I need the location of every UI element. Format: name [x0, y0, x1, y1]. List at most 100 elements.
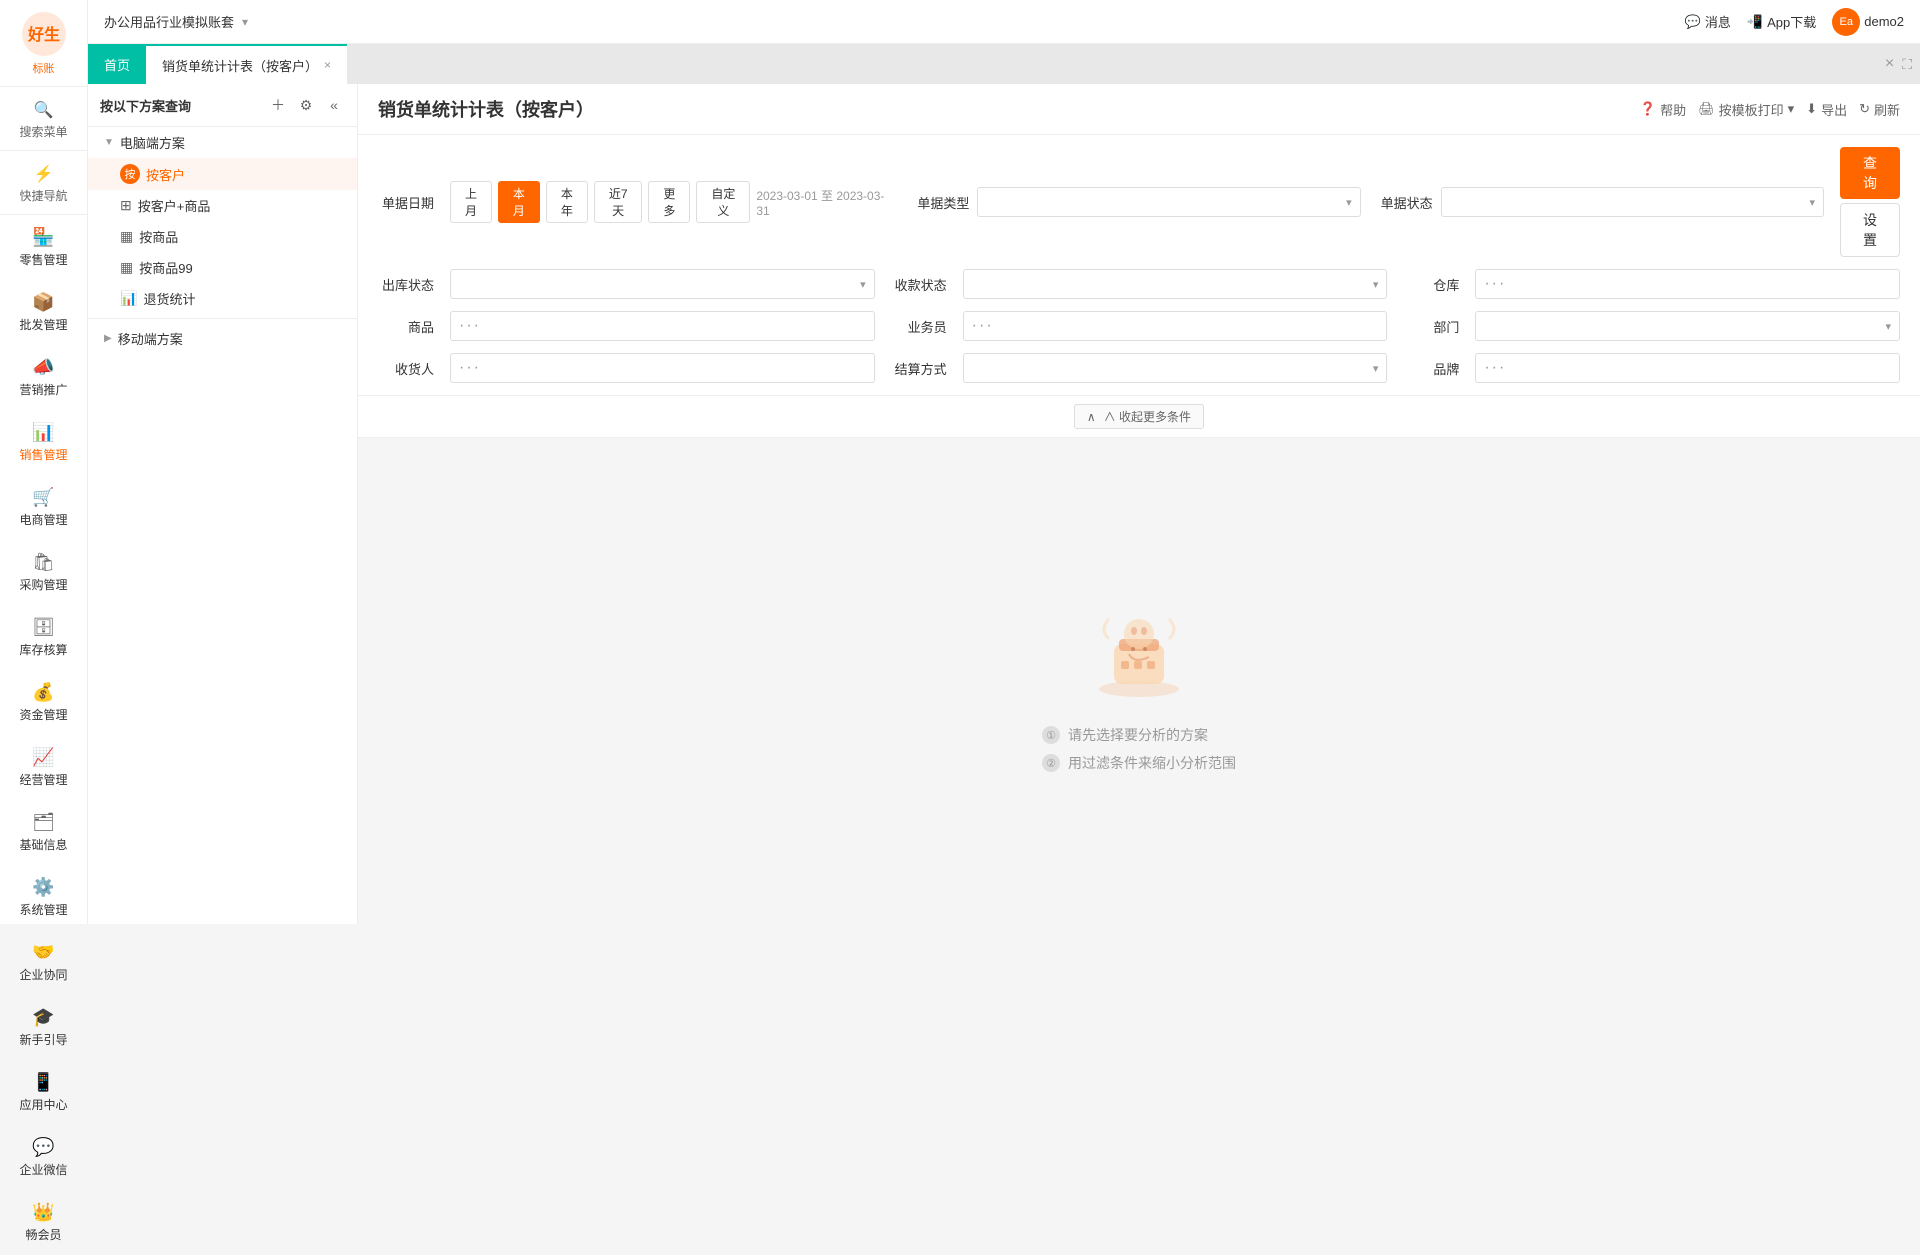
sidebar-item-sales[interactable]: 📊 销售管理 — [0, 410, 87, 475]
doc-status-arrow-icon: ▾ — [1809, 196, 1815, 209]
date-range-text: 2023-03-01 至 2023-03-31 — [756, 187, 897, 218]
home-label: 首页 — [104, 55, 130, 74]
recipient-select[interactable]: ··· — [450, 353, 875, 383]
collapse-btn[interactable]: ∧ ∧ 收起更多条件 — [1074, 404, 1204, 429]
sidebar-item-marketing[interactable]: 📣 营销推广 — [0, 345, 87, 410]
sidebar-item-newbie[interactable]: 🎓 新手引导 — [0, 995, 87, 1060]
tree-mobile-group[interactable]: ▶ 移动端方案 — [88, 323, 357, 354]
salesman-dots: ··· — [972, 317, 994, 335]
message-btn[interactable]: 💬 消息 — [1685, 12, 1731, 31]
tab-active[interactable]: 销货单统计计表（按客户） × — [146, 44, 347, 84]
date-btn-7days[interactable]: 近7天 — [594, 181, 643, 223]
sidebar-item-system[interactable]: ⚙️ 系统管理 — [0, 865, 87, 930]
empty-tip-2: ② 用过滤条件来缩小分析范围 — [1042, 753, 1236, 773]
settlement-select[interactable]: ▾ — [963, 353, 1388, 383]
goods-icon: ▦ — [120, 228, 133, 245]
quick-nav-btn[interactable]: ⚡ 快捷导航 — [0, 151, 87, 215]
user-btn[interactable]: Ea demo2 — [1832, 8, 1904, 36]
date-btn-this-month[interactable]: 本月 — [498, 181, 540, 223]
date-btn-custom[interactable]: 自定义 — [696, 181, 750, 223]
tree-desktop-label: 电脑端方案 — [120, 133, 185, 152]
sidebar-item-member[interactable]: 👑 畅会员 — [0, 1190, 87, 1255]
marketing-icon: 📣 — [32, 357, 54, 378]
department-select[interactable]: ▾ — [1475, 311, 1900, 341]
export-btn[interactable]: ⬇ 导出 — [1806, 100, 1847, 119]
customer-goods-icon: ⊞ — [120, 197, 132, 214]
sidebar-item-wholesale[interactable]: 📦 批发管理 — [0, 280, 87, 345]
help-btn[interactable]: ❓ 帮助 — [1640, 100, 1686, 119]
tree-goods99-label: 按商品99 — [139, 258, 192, 277]
recipient-dots: ··· — [459, 359, 481, 377]
app-download-label: App下载 — [1767, 12, 1816, 31]
refresh-icon: ↻ — [1859, 101, 1870, 117]
date-btn-more[interactable]: 更多 — [648, 181, 690, 223]
sales-label: 销售管理 — [19, 446, 67, 463]
goods-dots: ··· — [459, 317, 481, 335]
tree-desktop-group[interactable]: ▼ 电脑端方案 — [88, 127, 357, 158]
salesman-label: 业务员 — [891, 317, 947, 336]
sidebar-item-ecommerce[interactable]: 🛒 电商管理 — [0, 475, 87, 540]
warehouse-dots: ··· — [1484, 275, 1506, 293]
print-label: 按模板打印 — [1719, 100, 1784, 119]
left-panel: 按以下方案查询 ＋ ⚙ « ▼ 电脑端方案 — [88, 84, 358, 924]
out-status-select[interactable]: ▾ — [450, 269, 875, 299]
export-icon: ⬇ — [1806, 101, 1817, 117]
tree-item-customer-goods[interactable]: ⊞ 按客户+商品 — [88, 190, 357, 221]
system-label: 系统管理 — [19, 901, 67, 918]
tab-close-icon[interactable]: × — [324, 58, 331, 72]
goods99-icon: ▦ — [120, 259, 133, 276]
sidebar-item-operations[interactable]: 📈 经营管理 — [0, 735, 87, 800]
dept-arrow-icon: ▾ — [1885, 320, 1891, 333]
help-label: 帮助 — [1660, 100, 1686, 119]
search-menu-btn[interactable]: 🔍 搜索菜单 — [0, 87, 87, 151]
brand-select[interactable]: ··· — [1475, 353, 1900, 383]
app-logo-icon: 好生 — [20, 10, 68, 58]
warehouse-select[interactable]: ··· — [1475, 269, 1900, 299]
tree-item-returns[interactable]: 📊 退货统计 — [88, 283, 357, 314]
sidebar-item-retail[interactable]: 🏪 零售管理 — [0, 215, 87, 280]
tree-item-customer[interactable]: 按 按客户 — [88, 158, 357, 190]
doc-status-label: 单据状态 — [1377, 193, 1433, 212]
tab-home[interactable]: 首页 — [88, 44, 146, 84]
date-btn-last-month[interactable]: 上月 — [450, 181, 492, 223]
tree-item-goods[interactable]: ▦ 按商品 — [88, 221, 357, 252]
doc-type-select[interactable]: ▾ — [977, 187, 1360, 217]
salesman-select[interactable]: ··· — [963, 311, 1388, 341]
tree-customer-goods-label: 按客户+商品 — [138, 196, 211, 215]
tab-fullscreen-btn[interactable]: ⛶ — [1902, 56, 1912, 73]
empty-icon — [1079, 589, 1199, 709]
sidebar-item-basic[interactable]: 🗂 基础信息 — [0, 800, 87, 865]
logo-area: 好生 标账 — [0, 0, 87, 87]
avatar: Ea — [1832, 8, 1860, 36]
settings-btn[interactable]: 设置 — [1840, 203, 1900, 257]
receive-status-label: 收款状态 — [891, 275, 947, 294]
collapse-panel-btn[interactable]: « — [323, 94, 345, 116]
goods-select[interactable]: ··· — [450, 311, 875, 341]
app-download-btn[interactable]: 📲 App下载 — [1747, 12, 1816, 31]
sidebar-item-enterprise[interactable]: 🤝 企业协同 — [0, 930, 87, 995]
refresh-btn[interactable]: ↻ 刷新 — [1859, 100, 1900, 119]
sidebar-item-finance[interactable]: 💰 资金管理 — [0, 670, 87, 735]
settings-icon: ⚙ — [300, 97, 313, 114]
print-btn[interactable]: 🖨 按模板打印 ▾ — [1698, 100, 1794, 119]
tree-item-goods99[interactable]: ▦ 按商品99 — [88, 252, 357, 283]
sidebar-item-app-center[interactable]: 📱 应用中心 — [0, 1060, 87, 1125]
doc-status-select[interactable]: ▾ — [1441, 187, 1824, 217]
sidebar-item-purchase[interactable]: 🛍 采购管理 — [0, 540, 87, 605]
sidebar-item-inventory[interactable]: 🗄 库存核算 — [0, 605, 87, 670]
date-btn-this-year[interactable]: 本年 — [546, 181, 588, 223]
add-scheme-btn[interactable]: ＋ — [267, 94, 289, 116]
right-panel: 销货单统计计表（按客户） ❓ 帮助 🖨 按模板打印 ▾ ⬇ 导出 — [358, 84, 1920, 924]
enterprise-icon: 🤝 — [32, 942, 54, 963]
newbie-label: 新手引导 — [19, 1031, 67, 1048]
tree-divider — [88, 318, 357, 319]
receive-status-select[interactable]: ▾ — [963, 269, 1388, 299]
sidebar-item-wechat[interactable]: 💬 企业微信 — [0, 1125, 87, 1190]
empty-illustration — [1079, 589, 1199, 709]
avatar-text: Ea — [1840, 16, 1853, 28]
tab-close-btn[interactable]: × — [1885, 55, 1894, 73]
query-btn[interactable]: 查询 — [1840, 147, 1900, 199]
inventory-label: 库存核算 — [19, 641, 67, 658]
settings-scheme-btn[interactable]: ⚙ — [295, 94, 317, 116]
out-status-label: 出库状态 — [378, 275, 434, 294]
